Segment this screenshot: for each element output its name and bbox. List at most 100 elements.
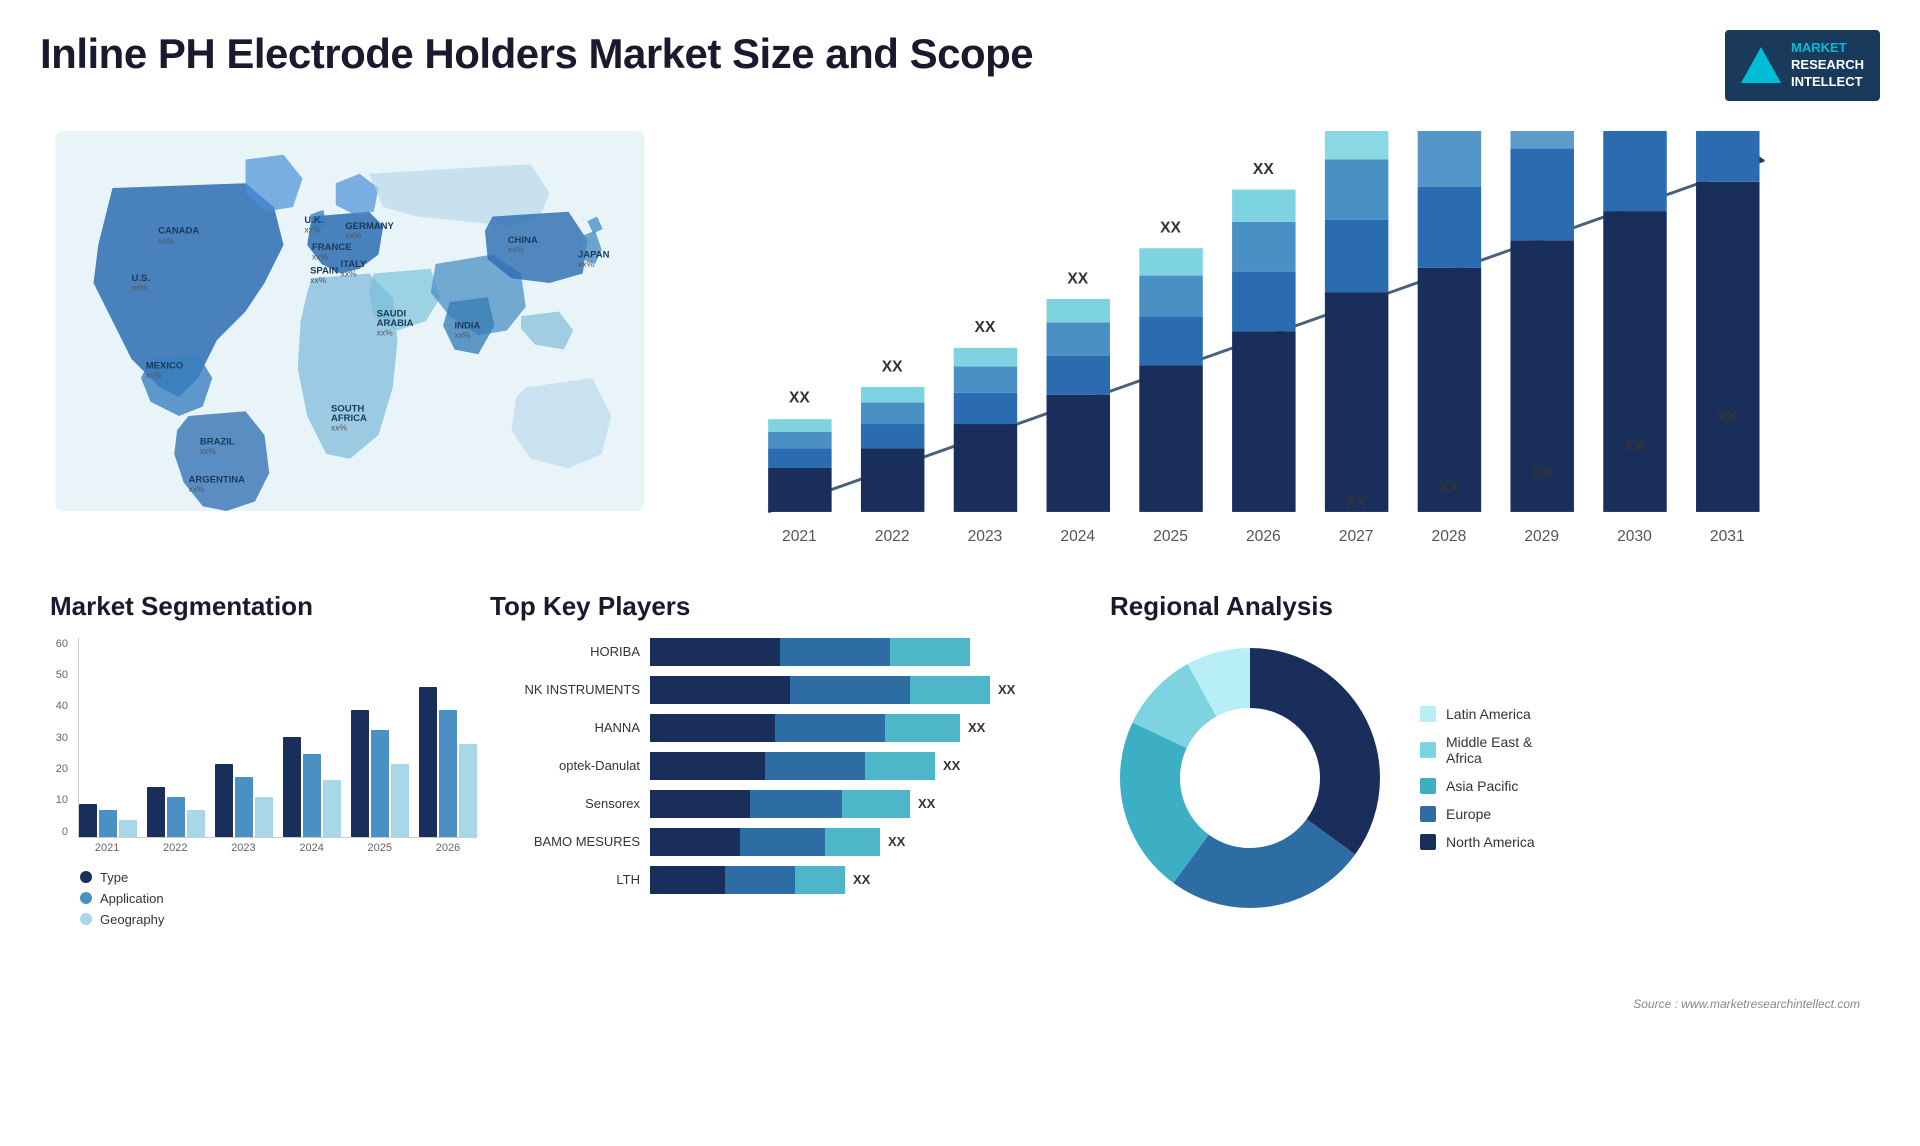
bar-light xyxy=(795,866,845,894)
seg-bar-geo xyxy=(187,810,205,837)
players-list: HORIBA NK INSTRUMENTS xyxy=(490,638,1070,894)
bar-mid xyxy=(750,790,842,818)
bar-light xyxy=(865,752,935,780)
seg-bar-app xyxy=(99,810,117,837)
seg-bar-app xyxy=(167,797,185,837)
seg-group-2026 xyxy=(419,687,477,837)
bar-light xyxy=(885,714,960,742)
svg-text:xx%: xx% xyxy=(146,370,163,380)
list-item: HORIBA xyxy=(490,638,1070,666)
logo-triangle-icon xyxy=(1741,47,1781,83)
svg-text:xx%: xx% xyxy=(158,236,175,246)
player-name: NK INSTRUMENTS xyxy=(490,682,640,697)
seg-bar-geo xyxy=(391,764,409,837)
svg-text:2028: 2028 xyxy=(1432,528,1467,545)
bar-dark xyxy=(650,752,765,780)
page-title: Inline PH Electrode Holders Market Size … xyxy=(40,30,1033,78)
svg-text:xx%: xx% xyxy=(508,244,525,254)
seg-bar-type xyxy=(419,687,437,837)
svg-text:XX: XX xyxy=(1346,494,1367,511)
player-bar xyxy=(650,714,960,742)
svg-text:XX: XX xyxy=(1624,438,1645,455)
player-bar-container: XX xyxy=(650,714,1070,742)
player-bar-container: XX xyxy=(650,828,1070,856)
list-item: HANNA XX xyxy=(490,714,1070,742)
seg-group-2023 xyxy=(215,764,273,837)
seg-bar-geo xyxy=(323,780,341,837)
player-bar xyxy=(650,828,880,856)
svg-text:XX: XX xyxy=(1160,219,1181,236)
logo-text: MARKET RESEARCH INTELLECT xyxy=(1791,40,1864,91)
legend-geography: Geography xyxy=(80,912,460,927)
player-name: BAMO MESURES xyxy=(490,834,640,849)
donut-chart-svg xyxy=(1110,638,1390,918)
bar-mid xyxy=(765,752,865,780)
segmentation-section: Market Segmentation 60 50 40 30 20 10 0 xyxy=(40,591,470,1021)
player-bar xyxy=(650,790,910,818)
player-bar xyxy=(650,866,845,894)
seg-chart-wrapper: 60 50 40 30 20 10 0 xyxy=(50,638,460,854)
world-map-svg: CANADA xx% U.S. xx% MEXICO xx% BRAZIL xx… xyxy=(50,131,650,511)
list-item: NK INSTRUMENTS XX xyxy=(490,676,1070,704)
svg-text:xx%: xx% xyxy=(377,327,394,337)
seg-bar-geo xyxy=(255,797,273,837)
svg-text:XX: XX xyxy=(1531,464,1552,481)
bar-chart-svg: XX 2021 XX 2022 XX 2023 xyxy=(690,131,1813,551)
bar-light xyxy=(825,828,880,856)
header: Inline PH Electrode Holders Market Size … xyxy=(40,30,1880,101)
svg-text:XX: XX xyxy=(1439,479,1460,496)
svg-text:2025: 2025 xyxy=(1153,528,1188,545)
legend-latin-america: Latin America xyxy=(1420,706,1535,722)
player-name: Sensorex xyxy=(490,796,640,811)
bar-light xyxy=(890,638,970,666)
svg-text:xx%: xx% xyxy=(200,446,217,456)
legend-europe: Europe xyxy=(1420,806,1535,822)
svg-text:xx%: xx% xyxy=(578,259,595,269)
seg-bars-area: 2021 2022 2023 2024 2025 2026 xyxy=(78,638,477,854)
list-item: BAMO MESURES XX xyxy=(490,828,1070,856)
seg-x-labels: 2021 2022 2023 2024 2025 2026 xyxy=(78,842,477,854)
seg-bar-type xyxy=(79,804,97,837)
player-bar-container: XX xyxy=(650,752,1070,780)
list-item: LTH XX xyxy=(490,866,1070,894)
players-title: Top Key Players xyxy=(490,591,1070,622)
bar-dark xyxy=(650,676,790,704)
svg-text:xx%: xx% xyxy=(132,282,149,292)
legend-north-america: North America xyxy=(1420,834,1535,850)
svg-text:XX: XX xyxy=(1253,161,1274,178)
players-section: Top Key Players HORIBA NK INSTRUME xyxy=(470,591,1090,1021)
legend-app-dot xyxy=(80,892,92,904)
seg-group-2024 xyxy=(283,737,341,837)
seg-bar-type xyxy=(283,737,301,837)
seg-bars xyxy=(78,638,477,838)
player-bar xyxy=(650,676,990,704)
bar-mid xyxy=(725,866,795,894)
seg-group-2021 xyxy=(79,804,137,837)
bar-mid xyxy=(775,714,885,742)
bar-dark xyxy=(650,790,750,818)
player-name: optek-Danulat xyxy=(490,758,640,773)
seg-bar-app xyxy=(439,710,457,837)
svg-text:xx%: xx% xyxy=(455,330,472,340)
svg-text:2029: 2029 xyxy=(1524,528,1559,545)
seg-bar-app xyxy=(371,730,389,837)
bottom-row: Market Segmentation 60 50 40 30 20 10 0 xyxy=(40,591,1880,1021)
legend-color-europe xyxy=(1420,806,1436,822)
svg-text:2021: 2021 xyxy=(782,528,817,545)
seg-group-2025 xyxy=(351,710,409,837)
seg-bar-app xyxy=(235,777,253,837)
legend-middle-east: Middle East &Africa xyxy=(1420,734,1535,766)
svg-text:xx%: xx% xyxy=(345,230,362,240)
list-item: optek-Danulat XX xyxy=(490,752,1070,780)
player-name: HORIBA xyxy=(490,644,640,659)
top-row: CANADA xx% U.S. xx% MEXICO xx% BRAZIL xx… xyxy=(40,121,1880,581)
seg-bar-type xyxy=(215,764,233,837)
svg-text:xx%: xx% xyxy=(310,275,327,285)
svg-text:xx%: xx% xyxy=(341,268,358,278)
player-name: LTH xyxy=(490,872,640,887)
regional-title: Regional Analysis xyxy=(1110,591,1860,622)
regional-legend: Latin America Middle East &Africa Asia P… xyxy=(1420,706,1535,850)
world-map-section: CANADA xx% U.S. xx% MEXICO xx% BRAZIL xx… xyxy=(40,121,660,581)
seg-group-2022 xyxy=(147,787,205,837)
svg-text:2031: 2031 xyxy=(1710,528,1745,545)
